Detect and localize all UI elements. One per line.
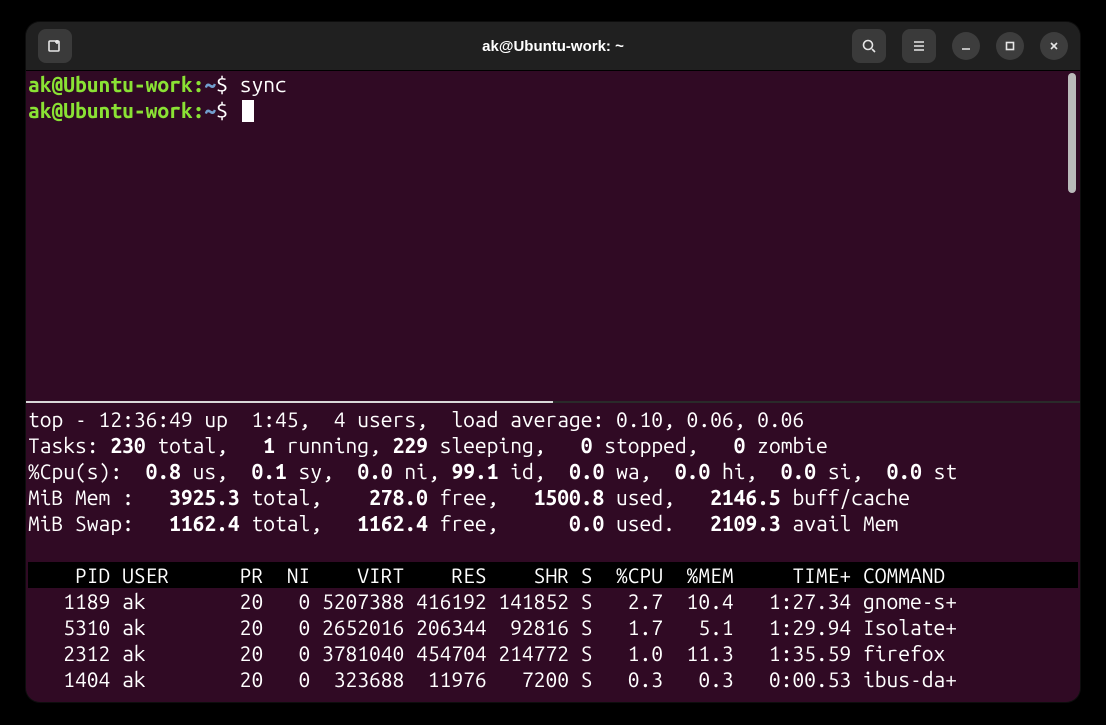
- minimize-button[interactable]: [952, 32, 980, 60]
- new-tab-button[interactable]: [38, 29, 72, 63]
- prompt-suffix: $: [216, 72, 228, 96]
- prompt-path: ~: [204, 72, 216, 96]
- maximize-button[interactable]: [996, 32, 1024, 60]
- scrollbar[interactable]: [1068, 71, 1078, 702]
- search-button[interactable]: [852, 29, 886, 63]
- cursor-icon: [242, 100, 254, 122]
- top-process-row: 1189 ak 20 0 5207388 416192 141852 S 2.7…: [28, 589, 957, 613]
- top-process-row: 5310 ak 20 0 2652016 206344 92816 S 1.7 …: [28, 615, 957, 639]
- scrollbar-thumb[interactable]: [1068, 73, 1076, 193]
- terminal-window: ak@Ubuntu-work: ~ ak@Ubuntu-work:~$ sync: [26, 22, 1080, 702]
- top-column-header: PID USER PR NI VIRT RES SHR S %CPU %MEM …: [28, 562, 1078, 588]
- terminal-pane-upper[interactable]: ak@Ubuntu-work:~$ sync ak@Ubuntu-work:~$: [26, 71, 1080, 401]
- top-process-row: 1404 ak 20 0 323688 11976 7200 S 0.3 0.3…: [28, 667, 957, 691]
- typed-command: sync: [240, 72, 287, 96]
- prompt-user-host: ak@Ubuntu-work: [28, 72, 193, 96]
- terminal-body[interactable]: ak@Ubuntu-work:~$ sync ak@Ubuntu-work:~$…: [26, 71, 1080, 702]
- top-process-row: 2312 ak 20 0 3781040 454704 214772 S 1.0…: [28, 641, 957, 665]
- terminal-pane-lower[interactable]: top - 12:36:49 up 1:45, 4 users, load av…: [26, 403, 1080, 702]
- hamburger-menu-button[interactable]: [902, 29, 936, 63]
- pane-separator[interactable]: [26, 401, 1080, 403]
- top-summary-line: top - 12:36:49 up 1:45, 4 users, load av…: [28, 407, 804, 431]
- titlebar: ak@Ubuntu-work: ~: [26, 22, 1080, 71]
- close-button[interactable]: [1040, 32, 1068, 60]
